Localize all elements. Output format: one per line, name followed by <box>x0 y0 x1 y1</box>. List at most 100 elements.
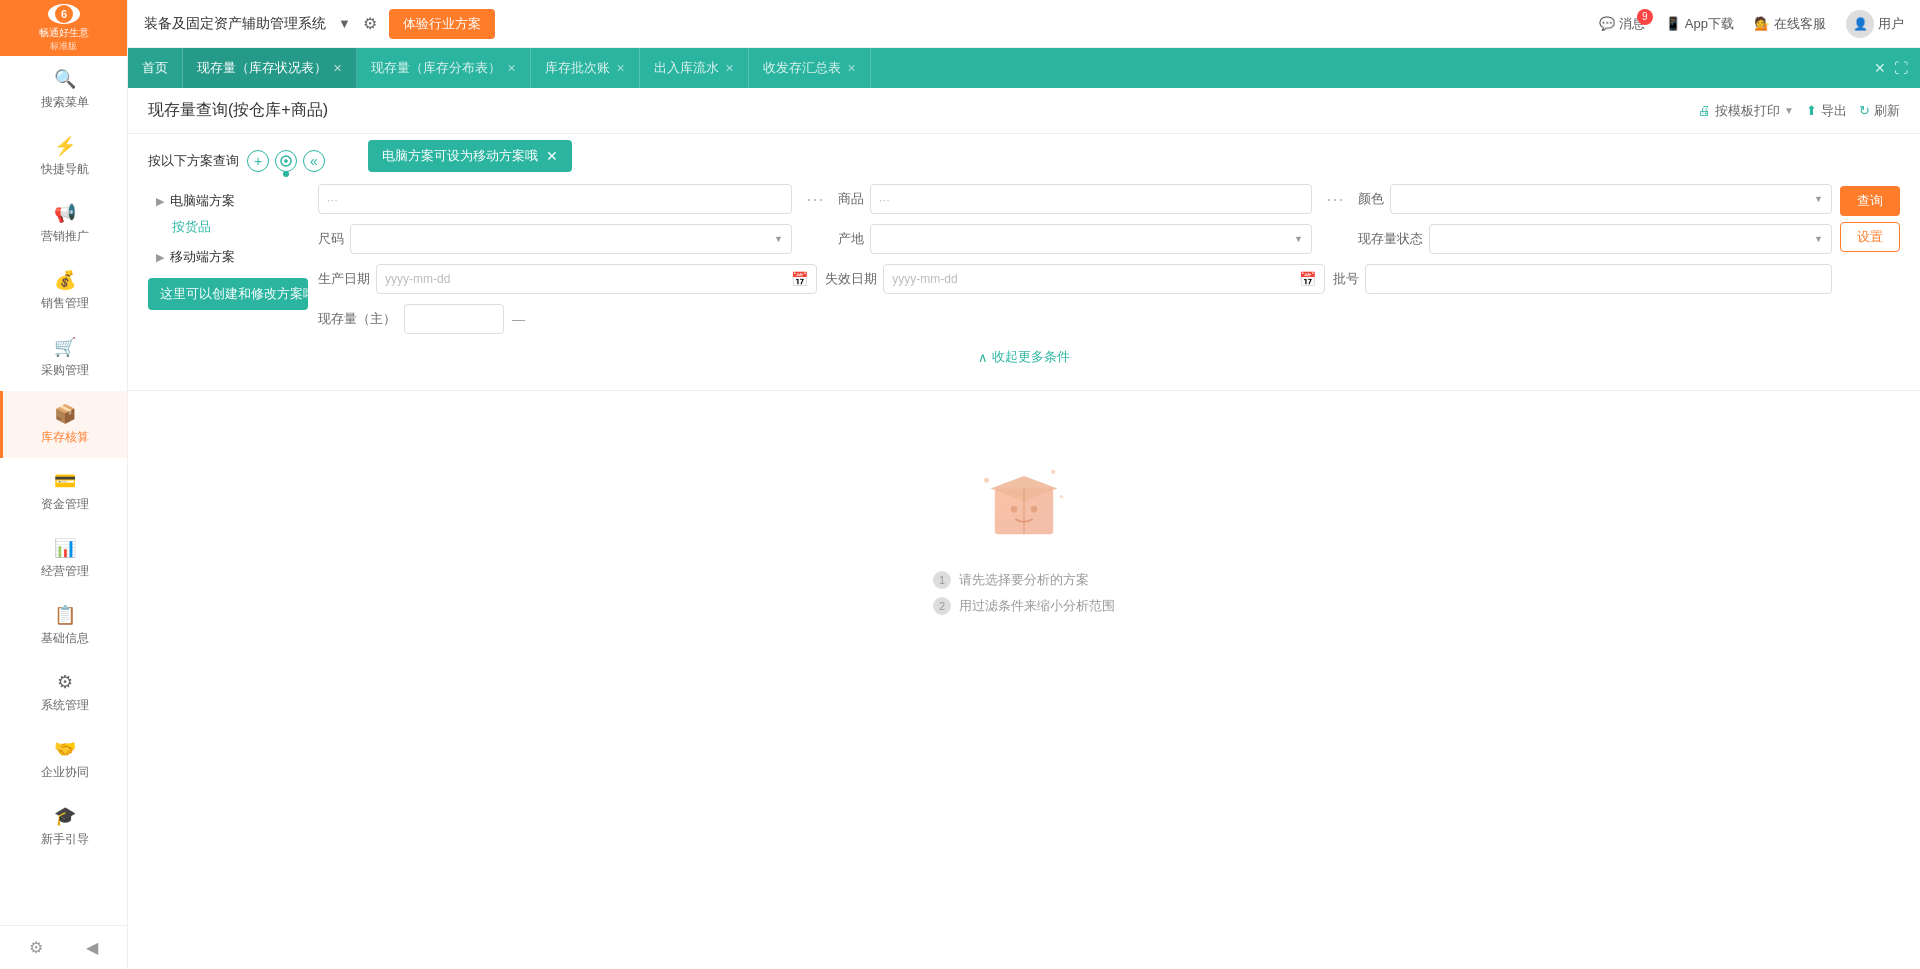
service-icon: 💁 <box>1754 16 1770 31</box>
stock-status-select[interactable]: ▼ <box>1429 224 1832 254</box>
produce-date-input[interactable]: yyyy-mm-dd 📅 <box>376 264 817 294</box>
empty-tip-2: 2 用过滤条件来缩小分析范围 <box>933 597 1115 615</box>
experience-button[interactable]: 体验行业方案 <box>389 9 495 39</box>
color-select[interactable]: ▼ <box>1390 184 1832 214</box>
origin-select[interactable]: ▼ <box>870 224 1312 254</box>
sidebar-item-marketing[interactable]: 📢 营销推广 <box>0 190 127 257</box>
add-scheme-btn[interactable]: + <box>247 150 269 172</box>
tab-summary[interactable]: 收发存汇总表 ✕ <box>749 48 871 88</box>
tooltip-close-btn[interactable]: ✕ <box>546 148 558 164</box>
search-icon: 🔍 <box>54 68 76 90</box>
collapse-label: 收起更多条件 <box>992 348 1070 366</box>
finance-icon: 💳 <box>54 470 76 492</box>
tip-num-1: 1 <box>933 571 951 589</box>
tab-batch-account[interactable]: 库存批次账 ✕ <box>531 48 640 88</box>
inventory-from-input[interactable] <box>404 304 504 334</box>
header-right: 💬 9 消息 📱 App下载 💁 在线客服 👤 用户 <box>1599 10 1904 38</box>
goods-select[interactable]: ··· <box>870 184 1312 214</box>
refresh-button[interactable]: ↻ 刷新 <box>1859 102 1900 120</box>
sidebar-item-finance[interactable]: 💳 资金管理 <box>0 458 127 525</box>
color-label: 颜色 <box>1358 190 1384 208</box>
sidebar-item-label: 营销推广 <box>41 228 89 245</box>
app-download-btn[interactable]: 📱 App下载 <box>1665 15 1734 33</box>
origin-dropdown-icon: ▼ <box>1294 234 1303 244</box>
header-left: 装备及固定资产辅助管理系统 ▼ ⚙ 体验行业方案 <box>144 9 495 39</box>
logo-badge: 标准版 <box>50 40 77 53</box>
fullscreen-icon[interactable]: ⛶ <box>1894 60 1908 76</box>
back-scheme-btn[interactable]: « <box>303 150 325 172</box>
tab-close-icon[interactable]: ✕ <box>725 62 734 75</box>
sidebar-item-quick-nav[interactable]: ⚡ 快捷导航 <box>0 123 127 190</box>
sidebar-nav: 🔍 搜索菜单 ⚡ 快捷导航 📢 营销推广 💰 销售管理 🛒 采购管理 📦 库存核… <box>0 56 127 925</box>
sidebar-item-system[interactable]: ⚙ 系统管理 <box>0 659 127 726</box>
edit-scheme-btn[interactable] <box>275 150 297 172</box>
goods-dots[interactable]: ⋯ <box>1320 188 1350 210</box>
filter-action-buttons: 查询 设置 <box>1840 184 1900 340</box>
sidebar-item-inventory[interactable]: 📦 库存核算 <box>0 391 127 458</box>
operations-icon: 📊 <box>54 537 76 559</box>
produce-date-cell: 生产日期 yyyy-mm-dd 📅 <box>318 264 817 294</box>
settings-icon[interactable]: ⚙ <box>363 14 377 33</box>
size-cell: 尺码 ▼ <box>318 224 792 254</box>
tooltip-scheme-create: 这里可以创建和修改方案哦 ✕ <box>148 278 308 310</box>
tab-close-icon[interactable]: ✕ <box>847 62 856 75</box>
sidebar-item-basic-info[interactable]: 📋 基础信息 <box>0 592 127 659</box>
tab-inventory-distribution[interactable]: 现存量（库存分布表） ✕ <box>357 48 531 88</box>
scheme-mobile-group[interactable]: ▶ 移动端方案 <box>148 244 308 270</box>
size-select[interactable]: ▼ <box>350 224 792 254</box>
tooltip-scheme-close-btn[interactable]: ✕ <box>324 286 336 302</box>
settings-footer-btn[interactable]: ⚙ <box>29 938 43 957</box>
tab-close-icon[interactable]: ✕ <box>616 62 625 75</box>
tab-label: 首页 <box>142 59 168 77</box>
scheme-sub-item[interactable]: 按货品 <box>148 214 308 240</box>
message-btn[interactable]: 💬 9 消息 <box>1599 15 1645 33</box>
tab-flow[interactable]: 出入库流水 ✕ <box>640 48 749 88</box>
enterprise-icon: 🤝 <box>54 738 76 760</box>
close-all-tabs-icon[interactable]: ✕ <box>1874 60 1886 76</box>
sidebar-item-guide[interactable]: 🎓 新手引导 <box>0 793 127 860</box>
goods-placeholder: ··· <box>879 192 890 207</box>
message-icon: 💬 <box>1599 16 1615 31</box>
tab-label: 库存批次账 <box>545 59 610 77</box>
export-button[interactable]: ⬆ 导出 <box>1806 102 1847 120</box>
scheme-arrow-icon: ▶ <box>156 195 164 208</box>
sidebar-item-label: 搜索菜单 <box>41 94 89 111</box>
calendar-icon-expire: 📅 <box>1299 271 1316 287</box>
tab-close-icon[interactable]: ✕ <box>507 62 516 75</box>
sidebar-item-label: 快捷导航 <box>41 161 89 178</box>
scheme-tree: ▶ 电脑端方案 按货品 ▶ 移动端方案 <box>148 188 308 270</box>
sidebar-item-search[interactable]: 🔍 搜索菜单 <box>0 56 127 123</box>
scheme-pc-group[interactable]: ▶ 电脑端方案 <box>148 188 308 214</box>
scheme-pc-label: 电脑端方案 <box>170 192 235 210</box>
user-info-btn[interactable]: 👤 用户 <box>1846 10 1904 38</box>
system-dropdown-icon[interactable]: ▼ <box>338 16 351 31</box>
collapse-more-btn[interactable]: ∧ 收起更多条件 <box>148 340 1900 374</box>
scheme-sub-label: 按货品 <box>172 218 211 236</box>
tab-bar: 首页 现存量（库存状况表） ✕ 现存量（库存分布表） ✕ 库存批次账 ✕ 出入库… <box>128 48 1920 88</box>
tooltip-pc-to-mobile: 电脑方案可设为移动方案哦 ✕ <box>368 140 572 172</box>
tab-inventory-status[interactable]: 现存量（库存状况表） ✕ <box>183 48 357 88</box>
tab-home[interactable]: 首页 <box>128 48 183 88</box>
warehouse-dots[interactable]: ⋯ <box>800 188 830 210</box>
print-button[interactable]: 🖨 按模板打印 ▼ <box>1698 102 1794 120</box>
sidebar-item-sales[interactable]: 💰 销售管理 <box>0 257 127 324</box>
search-button[interactable]: 查询 <box>1840 186 1900 216</box>
basic-info-icon: 📋 <box>54 604 76 626</box>
tab-close-icon[interactable]: ✕ <box>333 62 342 75</box>
calendar-icon-produce: 📅 <box>791 271 808 287</box>
sidebar-item-purchase[interactable]: 🛒 采购管理 <box>0 324 127 391</box>
batch-cell: 批号 <box>1333 264 1832 294</box>
expire-date-input[interactable]: yyyy-mm-dd 📅 <box>883 264 1324 294</box>
online-service-btn[interactable]: 💁 在线客服 <box>1754 15 1826 33</box>
sidebar-item-operations[interactable]: 📊 经营管理 <box>0 525 127 592</box>
batch-input[interactable] <box>1365 264 1832 294</box>
tip-text-2: 用过滤条件来缩小分析范围 <box>959 597 1115 615</box>
collapse-sidebar-btn[interactable]: ◀ <box>86 938 98 957</box>
system-icon: ⚙ <box>57 671 73 693</box>
sidebar-item-enterprise[interactable]: 🤝 企业协同 <box>0 726 127 793</box>
expire-date-cell: 失效日期 yyyy-mm-dd 📅 <box>825 264 1324 294</box>
set-button[interactable]: 设置 <box>1840 222 1900 252</box>
sidebar-item-label: 销售管理 <box>41 295 89 312</box>
refresh-icon: ↻ <box>1859 103 1870 118</box>
warehouse-select[interactable]: ··· <box>318 184 792 214</box>
